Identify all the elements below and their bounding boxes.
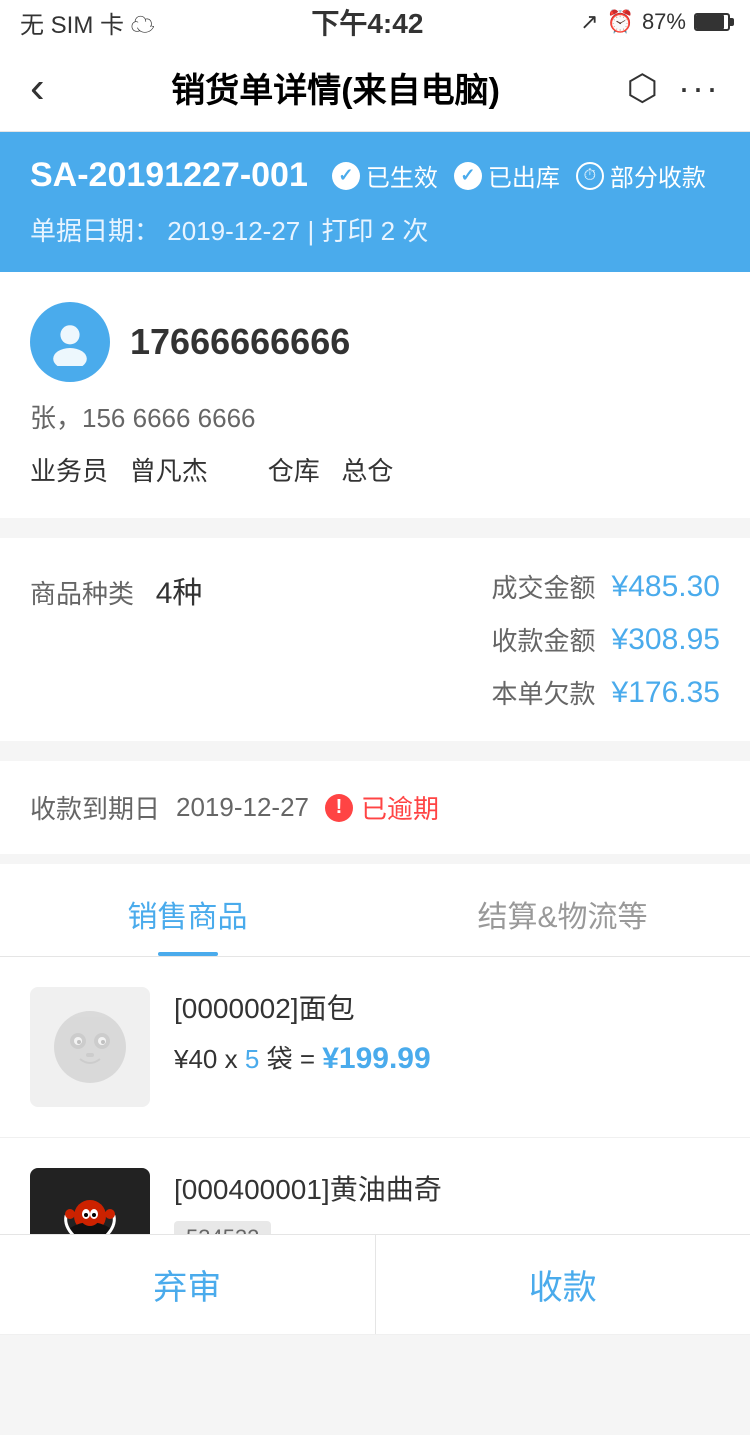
badge-effective: ✓ 已生效: [332, 158, 438, 193]
nav-bar: ‹ 销货单详情(来自电脑) ⬡ ···: [0, 44, 750, 132]
overdue-badge: ! 已逾期: [325, 789, 439, 826]
status-right: ↗ ⏰ 87%: [580, 9, 730, 35]
due-section: 收款到期日 2019-12-27 ! 已逾期: [0, 761, 750, 854]
order-date-row: 单据日期： 2019-12-27 | 打印 2 次: [30, 211, 720, 248]
goods-type-value: 4种: [156, 577, 203, 610]
nav-right: ⬡ ···: [627, 67, 720, 109]
deal-amount-value: ¥485.30: [612, 570, 720, 604]
check-icon-2: ✓: [454, 162, 482, 190]
overdue-dot-icon: !: [325, 794, 353, 822]
check-icon-1: ✓: [332, 162, 360, 190]
product-thumb-1: [30, 987, 150, 1107]
customer-phone: 17666666666: [130, 321, 350, 363]
stats-right: 成交金额 ¥485.30 收款金额 ¥308.95 本单欠款 ¥176.35: [492, 568, 720, 711]
receipt-amount-label: 收款金额: [492, 621, 596, 658]
collect-payment-button[interactable]: 收款: [376, 1235, 750, 1334]
deal-amount-row: 成交金额 ¥485.30: [492, 568, 720, 605]
tabs-row: 销售商品 结算&物流等: [0, 864, 750, 956]
status-left: 无 SIM 卡 ☁: [20, 5, 155, 40]
deal-amount-label: 成交金额: [492, 568, 596, 605]
clock-icon: ⏱: [576, 162, 604, 190]
badge-partial: ⏱ 部分收款: [576, 158, 706, 193]
product-info-1: [0000002]面包 ¥40 x 5 袋 = ¥199.99: [174, 987, 720, 1076]
warehouse-label: 仓库: [268, 456, 320, 486]
page-title: 销货单详情(来自电脑): [171, 63, 500, 112]
share-icon[interactable]: ⬡: [627, 67, 658, 109]
alarm-icon: ⏰: [607, 9, 634, 35]
tab-products[interactable]: 销售商品: [0, 864, 375, 956]
unit-1: 袋: [267, 1044, 293, 1074]
badge-shipped: ✓ 已出库: [454, 158, 560, 193]
avatar: [30, 302, 110, 382]
date-label: 单据日期：: [30, 216, 160, 246]
goods-type-label: 商品种类: [30, 579, 134, 609]
customer-row: 17666666666: [30, 302, 720, 382]
goods-type-row: 商品种类 4种: [30, 568, 202, 612]
qty-1: 5: [245, 1044, 259, 1074]
total-1: ¥199.99: [322, 1042, 430, 1075]
stats-grid: 商品种类 4种 成交金额 ¥485.30 收款金额 ¥308.95 本单欠款 ¥…: [30, 568, 720, 711]
customer-info-row: 业务员 曾凡杰 仓库 总仓: [30, 451, 720, 488]
owed-row: 本单欠款 ¥176.35: [492, 674, 720, 711]
nav-left: ‹: [30, 63, 45, 113]
salesperson-value: 曾凡杰: [130, 456, 208, 486]
tabs-section: 销售商品 结算&物流等: [0, 864, 750, 957]
list-item: [0000002]面包 ¥40 x 5 袋 = ¥199.99: [0, 957, 750, 1138]
product-name-1: [0000002]面包: [174, 987, 720, 1027]
salesperson-label: 业务员: [30, 456, 108, 486]
receipt-amount-value: ¥308.95: [612, 623, 720, 657]
battery-icon: [694, 13, 730, 31]
owed-label: 本单欠款: [492, 674, 596, 711]
bottom-bar: 弃审 收款: [0, 1234, 750, 1334]
status-time: 下午4:42: [311, 2, 423, 42]
customer-sub: 张，156 6666 6666: [30, 398, 720, 435]
tab-settlement[interactable]: 结算&物流等: [375, 864, 750, 956]
date-value: 2019-12-27: [167, 216, 300, 246]
overdue-label: 已逾期: [361, 789, 439, 826]
location-icon: ↗: [580, 9, 598, 35]
stats-left: 商品种类 4种: [30, 568, 202, 711]
order-id: SA-20191227-001: [30, 156, 308, 195]
more-icon[interactable]: ···: [678, 67, 720, 109]
order-header: SA-20191227-001 ✓ 已生效 ✓ 已出库 ⏱ 部分收款 单据日期：…: [0, 132, 750, 272]
receipt-amount-row: 收款金额 ¥308.95: [492, 621, 720, 658]
stats-section: 商品种类 4种 成交金额 ¥485.30 收款金额 ¥308.95 本单欠款 ¥…: [0, 538, 750, 741]
print-count: | 打印 2 次: [307, 216, 428, 246]
product-name-2: [000400001]黄油曲奇: [174, 1168, 720, 1208]
due-date-label: 收款到期日: [30, 789, 160, 826]
owed-value: ¥176.35: [612, 676, 720, 710]
sim-label: 无 SIM 卡 ☁: [20, 5, 155, 40]
warehouse-value: 总仓: [341, 456, 393, 486]
product-price-1: ¥40 x 5 袋 = ¥199.99: [174, 1039, 720, 1076]
status-badges: ✓ 已生效 ✓ 已出库 ⏱ 部分收款: [332, 158, 706, 193]
discard-review-button[interactable]: 弃审: [0, 1235, 376, 1334]
back-button[interactable]: ‹: [30, 63, 45, 113]
due-date-value: 2019-12-27: [176, 792, 309, 823]
customer-section: 17666666666 张，156 6666 6666 业务员 曾凡杰 仓库 总…: [0, 272, 750, 518]
battery-label: 87%: [642, 9, 686, 35]
status-bar: 无 SIM 卡 ☁ 下午4:42 ↗ ⏰ 87%: [0, 0, 750, 44]
price-base-1: ¥40: [174, 1044, 217, 1074]
